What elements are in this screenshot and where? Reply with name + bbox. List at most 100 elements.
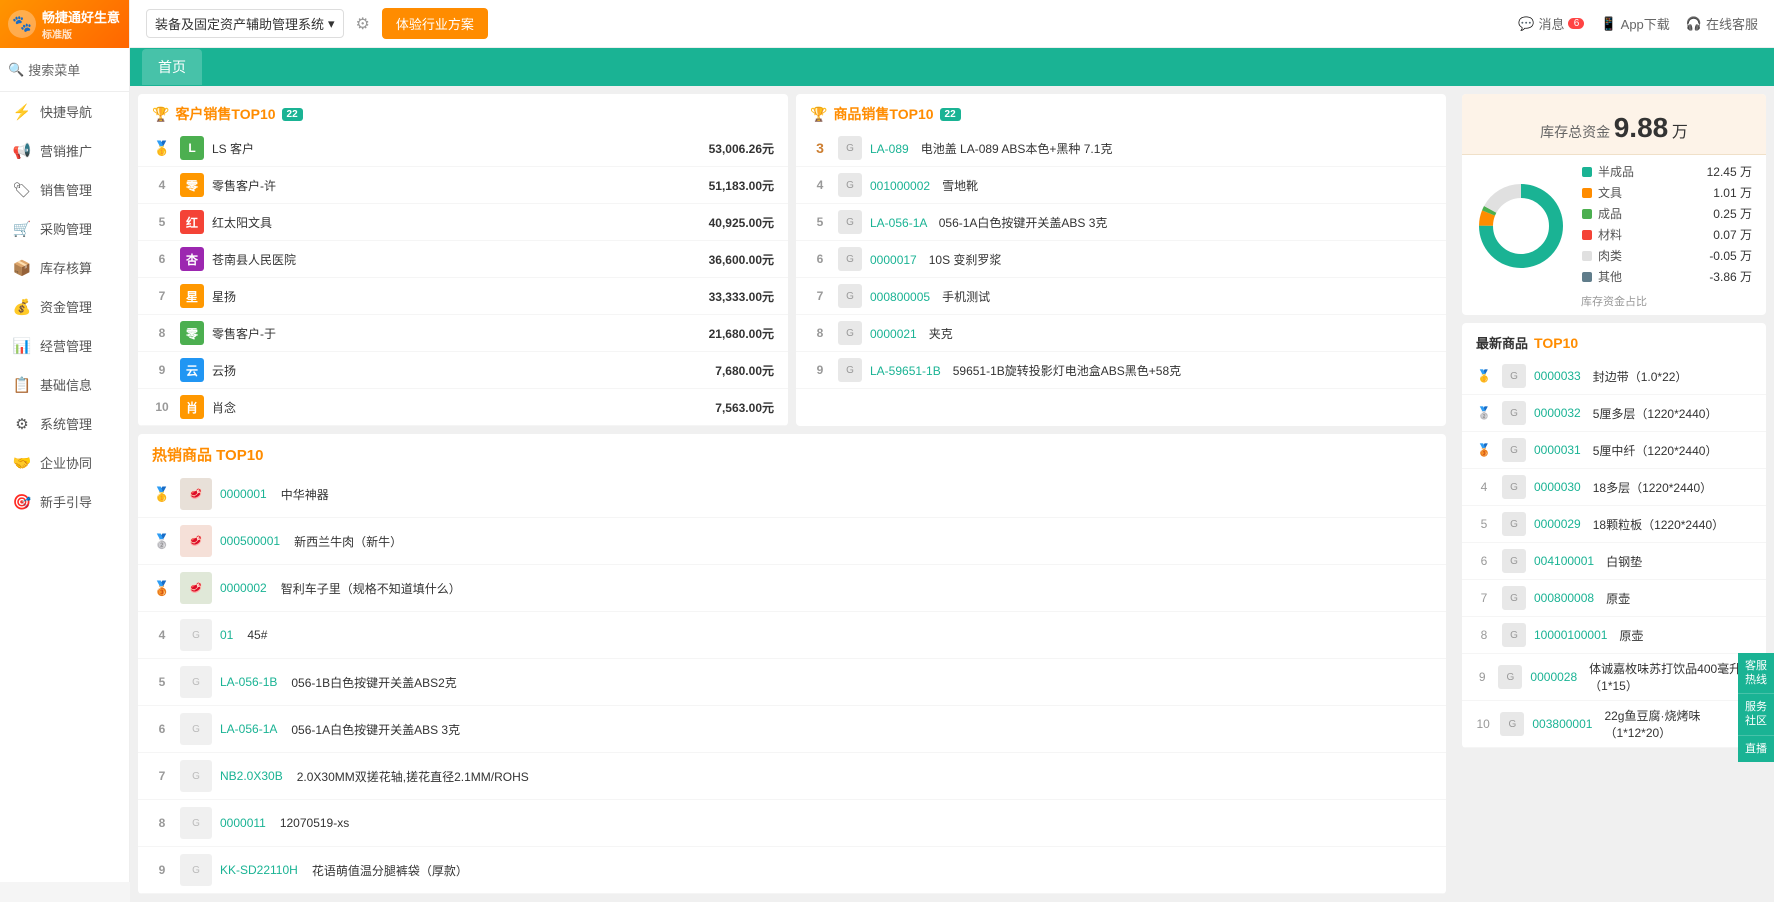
- sidebar-label: 基础信息: [40, 375, 92, 394]
- mobile-icon: 📱: [1600, 16, 1616, 32]
- service-community-button[interactable]: 服务社区: [1738, 694, 1774, 736]
- product-code: 000800008: [1534, 591, 1594, 605]
- sidebar-nav: ⚡ 快捷导航 📢 营销推广 🏷 销售管理 🛒 采购管理 📦 库存核算 💰 资金管…: [0, 92, 129, 882]
- product-code: LA-056-1A: [220, 722, 277, 736]
- search-section[interactable]: 🔍 搜索菜单: [0, 48, 129, 92]
- sidebar-label: 新手引导: [40, 492, 92, 511]
- list-item: 5 G LA-056-1B 056-1B白色按键开关盖ABS2克: [138, 659, 1446, 706]
- table-row: 4 G 001000002 雪地靴: [796, 167, 1446, 204]
- trial-button[interactable]: 体验行业方案: [382, 8, 488, 39]
- product-icon: G: [1502, 623, 1526, 647]
- product-name: 45#: [247, 628, 267, 642]
- customer-name: 红太阳文具: [212, 214, 701, 231]
- avatar: 零: [180, 321, 204, 345]
- product-name: 原壶: [1606, 590, 1630, 607]
- product-image: G: [180, 760, 212, 792]
- customer-name: 云扬: [212, 362, 707, 379]
- new-products-card: 最新商品 TOP10 🥇 G 0000033 封边带（1.0*22） 🥈 G 0…: [1462, 323, 1766, 748]
- product-icon: G: [838, 321, 862, 345]
- avatar: 肖: [180, 395, 204, 419]
- list-item: 8 G 0000011 12070519-xs: [138, 800, 1446, 847]
- sales-icon: 🏷: [12, 181, 32, 199]
- product-name: 12070519-xs: [280, 816, 349, 830]
- topbar: 装备及固定资产辅助管理系统 ▾ ⚙ 体验行业方案 💬 消息 6 📱 App下载 …: [130, 0, 1774, 48]
- sidebar-item-marketing[interactable]: 📢 营销推广: [0, 131, 129, 170]
- sidebar-item-quick-nav[interactable]: ⚡ 快捷导航: [0, 92, 129, 131]
- product-name: 2.0X30MM双搓花轴,搓花直径2.1MM/ROHS: [297, 768, 529, 785]
- rank-number: 5: [152, 215, 172, 229]
- goods-rank-list: 3 G LA-089 电池盖 LA-089 ABS本色+黑种 7.1克 4 G …: [796, 130, 1446, 389]
- sidebar-label: 采购管理: [40, 219, 92, 238]
- product-icon: G: [838, 136, 862, 160]
- headset-icon: 🎧: [1686, 16, 1702, 32]
- rank-number: 3: [810, 140, 830, 156]
- system-name: 装备及固定资产辅助管理系统: [155, 14, 324, 33]
- sidebar-item-guide[interactable]: 🎯 新手引导: [0, 482, 129, 521]
- customer-name: LS 客户: [212, 140, 701, 157]
- rank-number: 8: [152, 326, 172, 340]
- rank-number: 🥈: [1474, 406, 1494, 420]
- rank-number: 6: [152, 722, 172, 736]
- sidebar-item-operations[interactable]: 📊 经营管理: [0, 326, 129, 365]
- rank-number: 7: [152, 289, 172, 303]
- message-badge: 6: [1568, 18, 1584, 29]
- float-service-panel: 客服热线 服务社区 直播: [1738, 653, 1774, 762]
- middle-panel: 🏆 客户销售TOP10 22 🥇 L LS 客户 53,006.26元 4: [130, 86, 1454, 902]
- rank-number: 🥈: [152, 533, 172, 550]
- sidebar-item-purchase[interactable]: 🛒 采购管理: [0, 209, 129, 248]
- sidebar-item-system[interactable]: ⚙ 系统管理: [0, 404, 129, 443]
- sidebar-label: 资金管理: [40, 297, 92, 316]
- purchase-icon: 🛒: [12, 220, 32, 238]
- rank-number: 8: [152, 816, 172, 830]
- product-icon: G: [838, 210, 862, 234]
- product-info: 0000021 夹克: [870, 325, 1432, 342]
- product-code: 0000033: [1534, 369, 1581, 383]
- customer-value: 53,006.26元: [709, 140, 774, 157]
- goods-ranking-header: 🏆 商品销售TOP10 22: [796, 94, 1446, 130]
- inventory-icon: 📦: [12, 259, 32, 277]
- online-service-button[interactable]: 🎧 在线客服: [1686, 14, 1758, 33]
- sidebar-item-finance[interactable]: 💰 资金管理: [0, 287, 129, 326]
- customer-value: 21,680.00元: [709, 325, 774, 342]
- table-row: 4 零 零售客户-许 51,183.00元: [138, 167, 788, 204]
- customer-value: 33,333.00元: [709, 288, 774, 305]
- inventory-donut-chart: [1476, 181, 1566, 271]
- rank-number: 6: [152, 252, 172, 266]
- search-menu-button[interactable]: 🔍 搜索菜单: [8, 56, 121, 83]
- sidebar-label: 企业协同: [40, 453, 92, 472]
- system-selector[interactable]: 装备及固定资产辅助管理系统 ▾: [146, 9, 344, 38]
- sidebar-item-enterprise[interactable]: 🤝 企业协同: [0, 443, 129, 482]
- product-code: 0000028: [1530, 670, 1577, 684]
- legend-item: 成品 0.25 万: [1582, 205, 1752, 222]
- customer-name: 星扬: [212, 288, 701, 305]
- topbar-right-actions: 💬 消息 6 📱 App下载 🎧 在线客服: [1518, 14, 1758, 33]
- finance-icon: 💰: [12, 298, 32, 316]
- settings-gear-icon[interactable]: ⚙: [356, 14, 370, 34]
- product-image: G: [180, 713, 212, 745]
- live-stream-button[interactable]: 直播: [1738, 736, 1774, 762]
- message-button[interactable]: 💬 消息 6: [1518, 14, 1584, 33]
- guide-icon: 🎯: [12, 493, 32, 511]
- sidebar-item-sales[interactable]: 🏷 销售管理: [0, 170, 129, 209]
- list-item: 8 G 10000100001 原壶: [1462, 617, 1766, 654]
- rank-number: 7: [1474, 591, 1494, 605]
- sidebar-item-basic-info[interactable]: 📋 基础信息: [0, 365, 129, 404]
- top-rankings-section: 🏆 客户销售TOP10 22 🥇 L LS 客户 53,006.26元 4: [138, 94, 1446, 426]
- customer-hotline-button[interactable]: 客服热线: [1738, 653, 1774, 695]
- product-image: G: [180, 854, 212, 886]
- legend-item: 肉类 -0.05 万: [1582, 247, 1752, 264]
- list-item: 5 G 0000029 18颗粒板（1220*2440）: [1462, 506, 1766, 543]
- avatar: 杏: [180, 247, 204, 271]
- inventory-legend: 半成品 12.45 万 文具 1.01 万 成品 0.25 万 材料: [1582, 163, 1752, 289]
- sidebar-item-inventory[interactable]: 📦 库存核算: [0, 248, 129, 287]
- tab-home[interactable]: 首页: [142, 49, 202, 85]
- product-info: 0000017 10S 变刹罗浆: [870, 251, 1432, 268]
- app-download-button[interactable]: 📱 App下载: [1600, 14, 1669, 33]
- hot-products-card: 热销商品 TOP10 🥇 🥩 0000001 中华神器 🥈 🥩 00050000…: [138, 434, 1446, 894]
- content-area: 🏆 客户销售TOP10 22 🥇 L LS 客户 53,006.26元 4: [130, 86, 1774, 902]
- product-image: 🥩: [180, 525, 212, 557]
- sidebar-label: 快捷导航: [40, 102, 92, 121]
- hot-products-list: 🥇 🥩 0000001 中华神器 🥈 🥩 000500001 新西兰牛肉（新牛）…: [138, 471, 1446, 894]
- rank-number: 7: [152, 769, 172, 783]
- sidebar-label: 营销推广: [40, 141, 92, 160]
